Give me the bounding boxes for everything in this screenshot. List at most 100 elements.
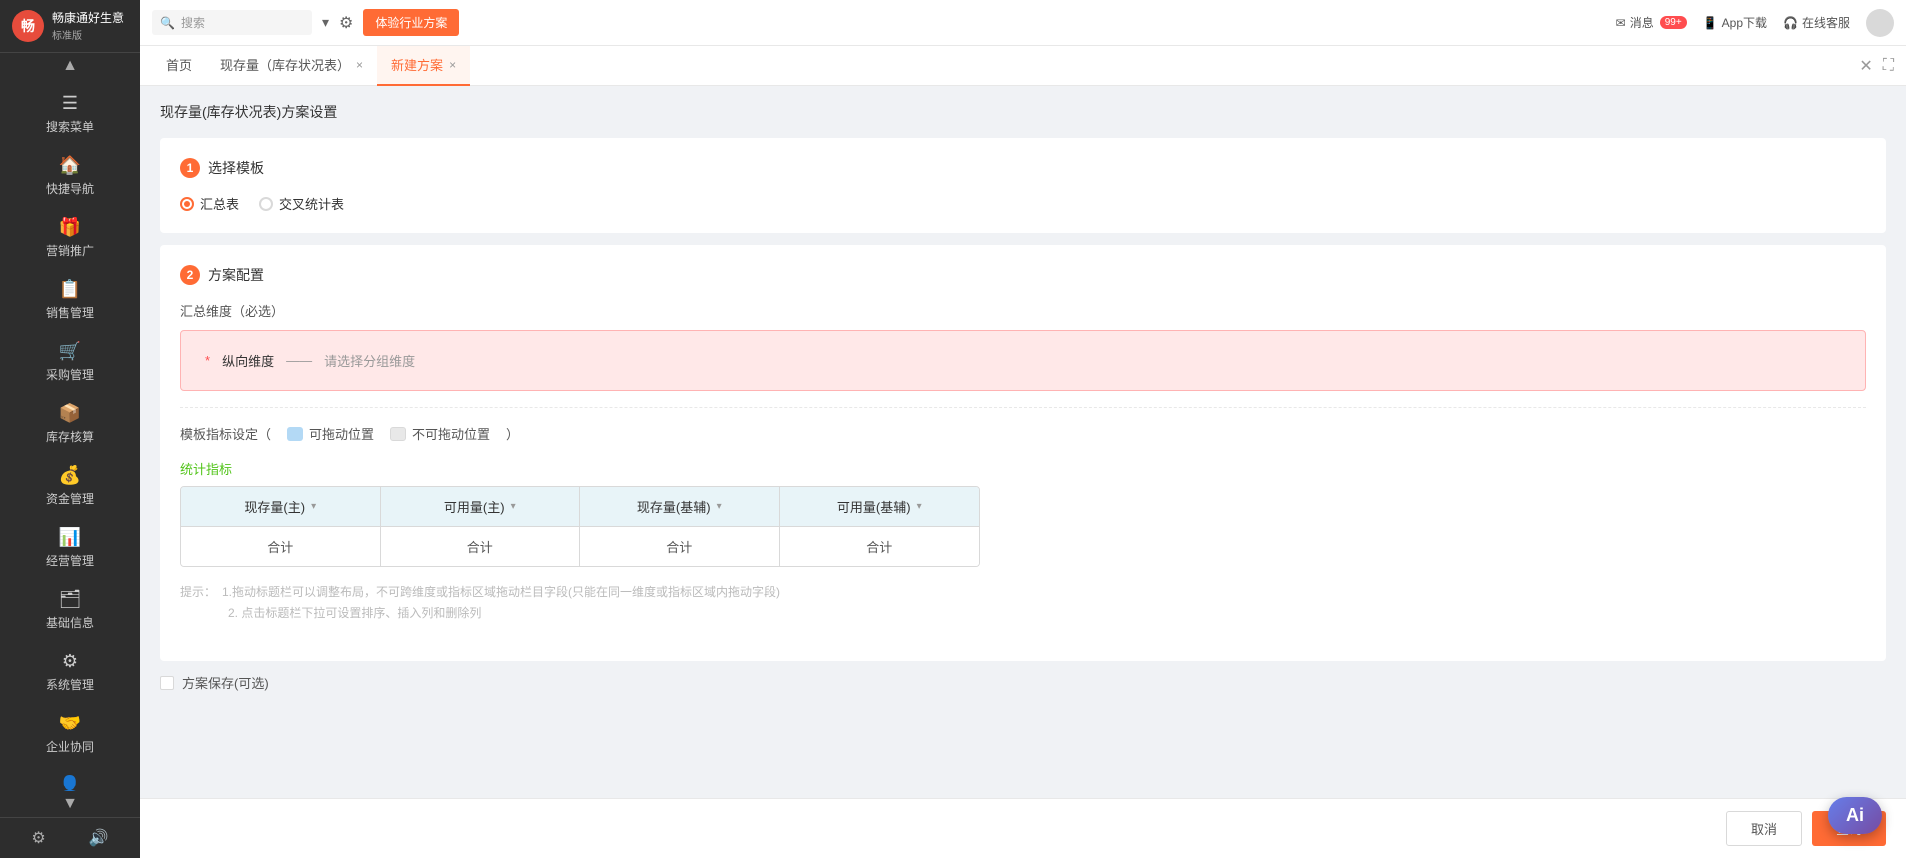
marketing-icon: 🎁: [59, 217, 81, 238]
dropdown-arrow-icon[interactable]: ▾: [322, 14, 329, 31]
collapse-icon[interactable]: ✕: [1859, 56, 1872, 76]
dropdown-icon-0: ▾: [311, 501, 316, 512]
enterprise-icon: 🤝: [59, 713, 81, 734]
radio-cross-circle: [259, 197, 273, 211]
search-icon: 🔍: [160, 16, 175, 30]
page-title: 现存量(库存状况表)方案设置: [160, 102, 1886, 122]
sidebar-item-label: 快捷导航: [46, 180, 94, 197]
tip-1: 提示： 1.拖动标题栏可以调整布局，不可跨维度或指标区域拖动栏目字段(只能在同一…: [180, 583, 1866, 600]
sidebar-item-label: 营销推广: [46, 242, 94, 259]
tips-section: 提示： 1.拖动标题栏可以调整布局，不可跨维度或指标区域拖动栏目字段(只能在同一…: [180, 583, 1866, 621]
topbar-right: ✉ 消息 99+ 📱 App下载 🎧 在线客服: [1616, 9, 1894, 37]
sidebar-item-finance[interactable]: 💰 资金管理: [0, 455, 140, 517]
sidebar-item-enterprise[interactable]: 🤝 企业协同: [0, 703, 140, 765]
app-download-group[interactable]: 📱 App下载: [1703, 14, 1767, 31]
purchase-icon: 🛒: [59, 341, 81, 362]
step2-header: 2 方案配置: [180, 265, 1866, 285]
radio-summary-circle: [180, 197, 194, 211]
sidebar-item-label: 企业协同: [46, 738, 94, 755]
cancel-button[interactable]: 取消: [1726, 811, 1802, 846]
sidebar-item-purchase[interactable]: 🛒 采购管理: [0, 331, 140, 393]
sales-icon: 📋: [59, 279, 81, 300]
indicator-draggable: 可拖动位置: [287, 424, 374, 443]
sidebar-item-search-menu[interactable]: ☰ 搜索菜单: [0, 83, 140, 145]
tab-new-plan[interactable]: 新建方案 ×: [377, 46, 470, 86]
message-group[interactable]: ✉ 消息 99+: [1616, 14, 1687, 31]
topbar: 🔍 搜索 ▾ ⚙ 体验行业方案 ✉ 消息 99+ 📱 App下载 🎧 在线客服: [140, 0, 1906, 46]
indicator-suffix: ）: [506, 424, 519, 443]
agg-dimension-label: 汇总维度（必选）: [180, 301, 1866, 320]
finance-icon: 💰: [59, 465, 81, 486]
scroll-down-btn[interactable]: ▼: [0, 791, 140, 817]
sidebar-item-label: 库存核算: [46, 428, 94, 445]
dimension-dash: ——: [286, 353, 312, 368]
radio-cross[interactable]: 交叉统计表: [259, 194, 344, 213]
table-body: 合计 合计 合计 合计: [181, 526, 979, 566]
step2-title: 方案配置: [208, 265, 264, 285]
save-checkbox[interactable]: [160, 676, 174, 690]
draggable-label: 可拖动位置: [309, 424, 374, 443]
tab-inventory-close-icon[interactable]: ×: [356, 58, 363, 72]
audio-icon[interactable]: 🔊: [89, 828, 109, 848]
quick-nav-icon: 🏠: [59, 155, 81, 176]
ai-badge[interactable]: Ai: [1828, 797, 1882, 834]
radio-cross-label: 交叉统计表: [279, 194, 344, 213]
experience-btn[interactable]: 体验行业方案: [363, 9, 459, 36]
header-cell-2[interactable]: 现存量(基辅) ▾: [580, 487, 780, 526]
online-service-label: 在线客服: [1802, 14, 1850, 31]
sidebar-item-inventory[interactable]: 📦 库存核算: [0, 393, 140, 455]
sidebar-item-quick-nav[interactable]: 🏠 快捷导航: [0, 145, 140, 207]
draggable-dot: [287, 427, 303, 441]
sidebar-item-newbie[interactable]: 👤 新手引导: [0, 765, 140, 791]
main-area: 🔍 搜索 ▾ ⚙ 体验行业方案 ✉ 消息 99+ 📱 App下载 🎧 在线客服: [140, 0, 1906, 858]
sidebar-item-basic-info[interactable]: 🗂 基础信息: [0, 579, 140, 641]
sidebar-item-marketing[interactable]: 🎁 营销推广: [0, 207, 140, 269]
required-mark: *: [205, 353, 210, 368]
message-label: 消息: [1630, 14, 1654, 31]
body-cell-1: 合计: [381, 526, 581, 566]
scroll-up-btn[interactable]: ▲: [0, 53, 140, 79]
header-cell-3[interactable]: 可用量(基辅) ▾: [780, 487, 980, 526]
step1-badge: 1: [180, 158, 200, 178]
header-cell-0[interactable]: 现存量(主) ▾: [181, 487, 381, 526]
settings-icon[interactable]: ⚙: [31, 828, 45, 848]
step1-title: 选择模板: [208, 158, 264, 178]
gear-icon[interactable]: ⚙: [339, 13, 353, 33]
tab-home[interactable]: 首页: [152, 46, 206, 86]
header-label-1: 可用量(主): [444, 497, 505, 516]
header-label-0: 现存量(主): [244, 497, 305, 516]
search-menu-icon: ☰: [62, 93, 78, 114]
sidebar-bottom: ⚙ 🔊: [0, 817, 140, 858]
table-section: 统计指标 现存量(主) ▾ 可用量(主) ▾ 现存量(基辅): [180, 459, 1866, 567]
online-service-group[interactable]: 🎧 在线客服: [1783, 14, 1850, 31]
headset-icon: 🎧: [1783, 16, 1798, 30]
dropdown-icon-3: ▾: [917, 501, 922, 512]
header-label-2: 现存量(基辅): [637, 497, 711, 516]
tab-new-plan-close-icon[interactable]: ×: [449, 58, 456, 72]
radio-summary[interactable]: 汇总表: [180, 194, 239, 213]
sidebar-item-sales[interactable]: 📋 销售管理: [0, 269, 140, 331]
tab-inventory-status[interactable]: 现存量（库存状况表） ×: [206, 46, 377, 86]
newbie-icon: 👤: [59, 775, 81, 791]
expand-icon[interactable]: ⛶: [1883, 57, 1894, 75]
search-text: 搜索: [181, 14, 205, 31]
sidebar-item-system[interactable]: ⚙ 系统管理: [0, 641, 140, 703]
header-cell-1[interactable]: 可用量(主) ▾: [381, 487, 581, 526]
sidebar-item-operation[interactable]: 📊 经营管理: [0, 517, 140, 579]
message-icon: ✉: [1616, 16, 1626, 30]
user-avatar[interactable]: [1866, 9, 1894, 37]
dropdown-icon-2: ▾: [717, 501, 722, 512]
message-badge: 99+: [1660, 16, 1687, 29]
sidebar: 畅 畅康通好生意 标准版 ▲ ☰ 搜索菜单 🏠 快捷导航 🎁 营销推广 📋 销售…: [0, 0, 140, 858]
app-version: 标准版: [52, 27, 124, 42]
metrics-table: 现存量(主) ▾ 可用量(主) ▾ 现存量(基辅) ▾ 可用量(基辅): [180, 486, 980, 567]
search-box[interactable]: 🔍 搜索: [152, 10, 312, 35]
divider1: [180, 407, 1866, 408]
radio-summary-label: 汇总表: [200, 194, 239, 213]
sidebar-item-label: 销售管理: [46, 304, 94, 321]
fixed-label: 不可拖动位置: [412, 424, 490, 443]
dimension-select[interactable]: 请选择分组维度: [324, 351, 415, 370]
sidebar-item-label: 系统管理: [46, 676, 94, 693]
body-cell-3: 合计: [780, 526, 980, 566]
dimension-name: 纵向维度: [222, 351, 274, 370]
